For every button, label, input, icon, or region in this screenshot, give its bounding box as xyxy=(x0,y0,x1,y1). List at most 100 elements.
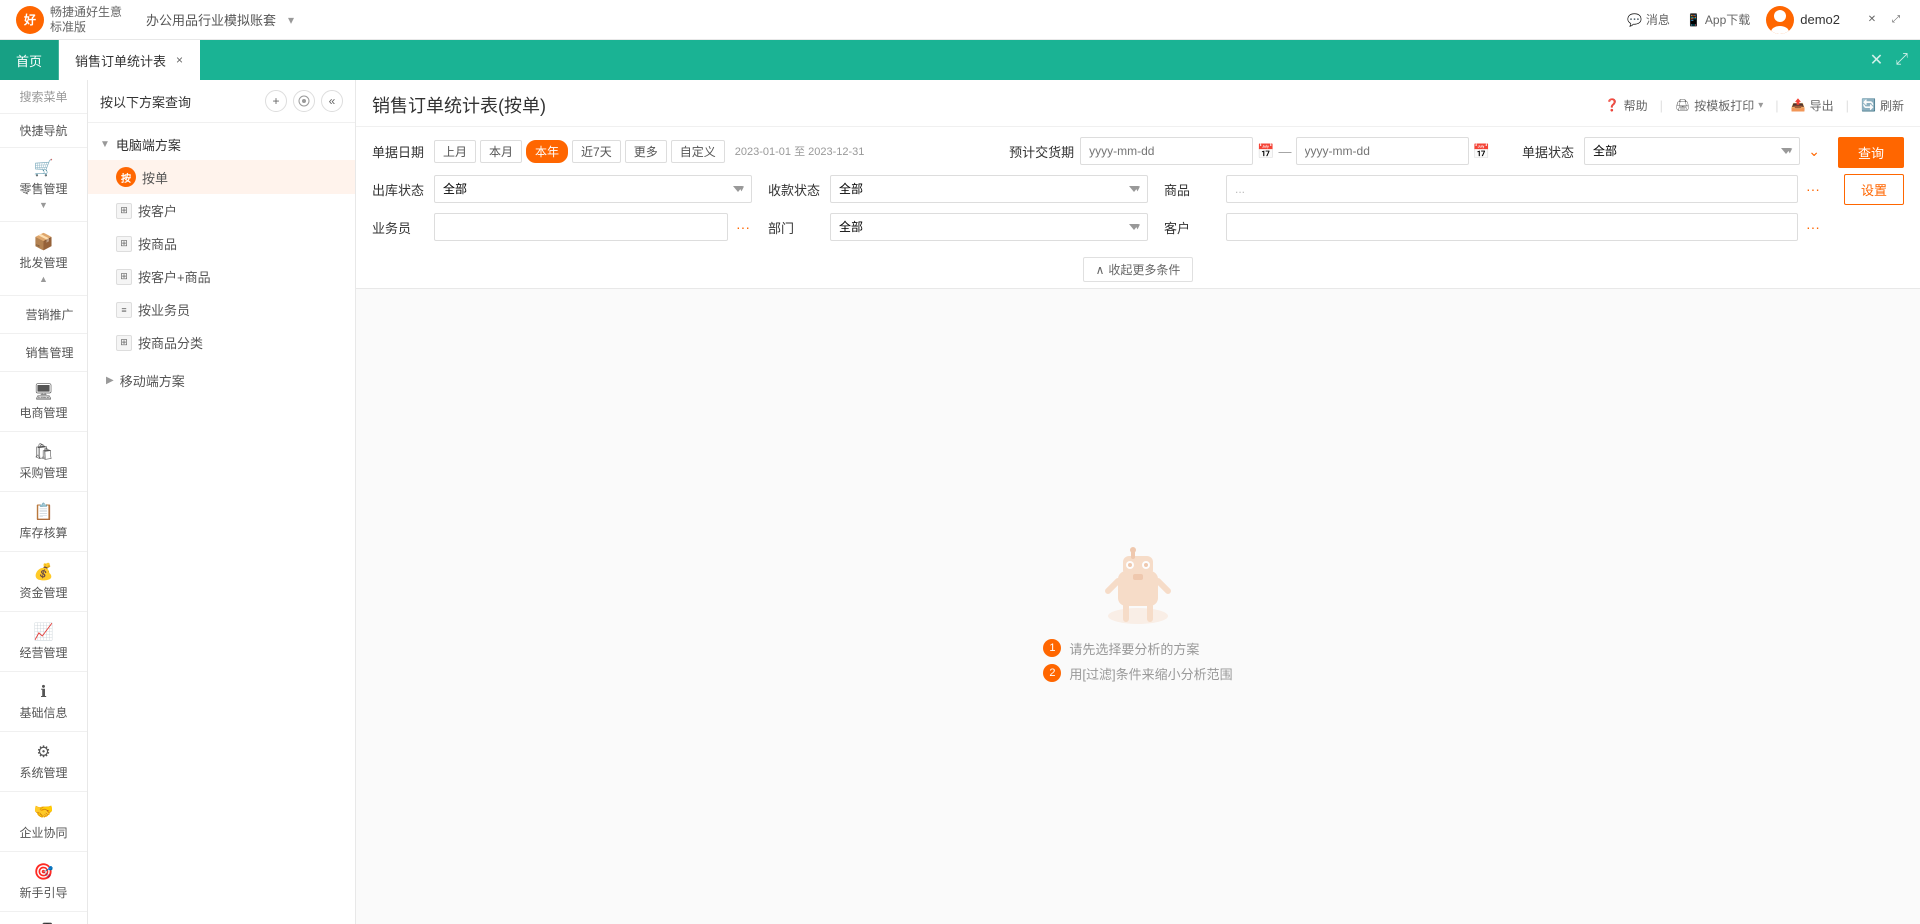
receipt-status-select[interactable]: 全部 未收款 部分收款 全部收款 xyxy=(830,175,1148,203)
scheme-item-by-customer[interactable]: ⊞ 按客户 xyxy=(88,194,355,227)
more-date-btn[interactable]: 更多 xyxy=(625,140,667,163)
collapse-button[interactable]: ∧ 收起更多条件 xyxy=(1083,257,1194,282)
settings-button[interactable]: 设置 xyxy=(1844,174,1904,205)
hint-text-1: 请先选择要分析的方案 xyxy=(1069,639,1199,658)
by-product-label: 按商品 xyxy=(138,234,177,253)
filter-dept: 部门 全部 xyxy=(768,213,1148,241)
left-panel-actions: + « xyxy=(265,90,343,112)
sidebar-item-sales[interactable]: 销售管理 xyxy=(0,334,87,372)
sidebar-item-appcenter[interactable]: 📲 应用中心 xyxy=(0,912,87,924)
collapse-panel-button[interactable]: « xyxy=(321,90,343,112)
collapse-label: 收起更多条件 xyxy=(1108,261,1180,278)
sidebar-item-newbie[interactable]: 🎯 新手引导 xyxy=(0,852,87,912)
query-button[interactable]: 查询 xyxy=(1838,137,1904,168)
window-controls: ✕ ⤢ xyxy=(1864,12,1904,28)
maximize-button[interactable]: ⤢ xyxy=(1888,12,1904,28)
customer-more-icon[interactable]: ··· xyxy=(1804,217,1822,237)
salesman-input[interactable] xyxy=(434,213,728,241)
ship-status-select[interactable]: 全部 未出库 部分出库 全部出库 xyxy=(434,175,752,203)
goods-more-icon[interactable]: ··· xyxy=(1804,179,1822,199)
salesman-more-icon[interactable]: ··· xyxy=(734,217,752,237)
scheme-item-by-salesman[interactable]: ≡ 按业务员 xyxy=(88,293,355,326)
filter-ship-status: 出库状态 全部 未出库 部分出库 全部出库 xyxy=(372,175,752,203)
customer-input[interactable] xyxy=(1226,213,1798,241)
empty-illustration xyxy=(1088,531,1188,631)
date-range-hint: 2023-01-01 至 2023-12-31 xyxy=(735,143,865,159)
scheme-item-by-product[interactable]: ⊞ 按商品 xyxy=(88,227,355,260)
sidebar-item-wholesale[interactable]: 📦 批发管理 ▲ xyxy=(0,222,87,296)
this-month-btn[interactable]: 本月 xyxy=(480,140,522,163)
this-year-btn[interactable]: 本年 xyxy=(526,140,568,163)
sidebar-item-marketing[interactable]: 营销推广 xyxy=(0,296,87,334)
by-product-icon: ⊞ xyxy=(116,236,132,252)
dept-select[interactable]: 全部 xyxy=(830,213,1148,241)
topbar-dropdown-icon[interactable]: ▾ xyxy=(288,13,294,27)
app-icon: 📱 xyxy=(1686,13,1701,27)
logo-icon: 好 xyxy=(16,6,44,34)
sidebar-item-basic[interactable]: ℹ 基础信息 xyxy=(0,672,87,732)
wholesale-arrow: ▲ xyxy=(39,274,48,284)
page-header: 销售订单统计表(按单) ❓ 帮助 | 🖨 按模板打印 ▾ | 📤 xyxy=(356,80,1920,127)
salesman-label: 业务员 xyxy=(372,218,428,237)
cal-icon-from[interactable]: 📅 xyxy=(1257,143,1274,160)
sidebar-item-retail[interactable]: 🛒 零售管理 ▼ xyxy=(0,148,87,222)
export-button[interactable]: 📤 导出 xyxy=(1791,97,1834,114)
print-label: 按模板打印 xyxy=(1694,97,1754,114)
custom-date-btn[interactable]: 自定义 xyxy=(671,140,725,163)
help-button[interactable]: ❓ 帮助 xyxy=(1605,97,1648,114)
nav-expand-button[interactable]: ⤢ xyxy=(1891,47,1912,73)
user-area[interactable]: demo2 xyxy=(1766,6,1840,34)
tab-home[interactable]: 首页 xyxy=(0,40,59,80)
status-expand-icon[interactable]: ⌄ xyxy=(1806,141,1822,162)
sep2: | xyxy=(1775,98,1778,113)
scheme-item-by-order[interactable]: 按 按单 xyxy=(88,160,355,194)
topbar: 好 畅捷通好生意 标准版 办公用品行业模拟账套 ▾ 💬 消息 📱 App下载 d… xyxy=(0,0,1920,40)
mobile-scheme[interactable]: ▶ 移动端方案 xyxy=(88,365,355,396)
close-button[interactable]: ✕ xyxy=(1864,12,1880,28)
message-icon: 💬 xyxy=(1627,13,1642,27)
by-customer-icon: ⊞ xyxy=(116,203,132,219)
add-scheme-button[interactable]: + xyxy=(265,90,287,112)
nav-close-button[interactable]: ✕ xyxy=(1866,46,1887,74)
expected-date-to[interactable] xyxy=(1296,137,1469,165)
pc-section-title[interactable]: ▼ 电脑端方案 xyxy=(88,129,355,160)
empty-hints: 1 请先选择要分析的方案 2 用[过滤]条件来缩小分析范围 xyxy=(1043,639,1232,683)
sidebar-item-ops[interactable]: 📈 经营管理 xyxy=(0,612,87,672)
finance-icon: 💰 xyxy=(4,562,83,582)
refresh-button[interactable]: 🔄 刷新 xyxy=(1861,97,1904,114)
sidebar-item-stock[interactable]: 📋 库存核算 xyxy=(0,492,87,552)
newbie-icon: 🎯 xyxy=(4,862,83,882)
sidebar-item-ecom[interactable]: 🖥 电商管理 xyxy=(0,372,87,432)
message-button[interactable]: 💬 消息 xyxy=(1627,11,1670,28)
sidebar-item-finance[interactable]: 💰 资金管理 xyxy=(0,552,87,612)
app-download-button[interactable]: 📱 App下载 xyxy=(1686,11,1750,28)
ship-select-wrapper: 全部 未出库 部分出库 全部出库 xyxy=(434,175,752,203)
content: 按以下方案查询 + « ▼ 电脑端方案 按 xyxy=(88,80,1920,924)
last7-btn[interactable]: 近7天 xyxy=(572,140,621,163)
goods-input[interactable] xyxy=(1226,175,1798,203)
sidebar-search[interactable]: 搜索菜单 xyxy=(0,80,87,114)
by-salesman-label: 按业务员 xyxy=(138,300,190,319)
sidebar-item-enterprise[interactable]: 🤝 企业协同 xyxy=(0,792,87,852)
dept-select-wrapper: 全部 xyxy=(830,213,1148,241)
filter-row-1: 单据日期 上月 本月 本年 近7天 更多 自定义 2023-01-01 至 20… xyxy=(372,137,1822,165)
enterprise-icon: 🤝 xyxy=(4,802,83,822)
print-button[interactable]: 🖨 按模板打印 ▾ xyxy=(1675,97,1763,114)
cal-icon-to[interactable]: 📅 xyxy=(1473,143,1490,160)
date-buttons: 上月 本月 本年 近7天 更多 自定义 xyxy=(434,140,725,163)
expected-date-from[interactable] xyxy=(1080,137,1253,165)
scheme-item-by-category[interactable]: ⊞ 按商品分类 xyxy=(88,326,355,359)
status-select[interactable]: 全部 待审核 已审核 已完成 已作废 xyxy=(1584,137,1800,165)
help-icon: ❓ xyxy=(1605,98,1620,112)
filter-row-2: 出库状态 全部 未出库 部分出库 全部出库 xyxy=(372,175,1822,203)
last-month-btn[interactable]: 上月 xyxy=(434,140,476,163)
scheme-item-by-cust-prod[interactable]: ⊞ 按客户+商品 xyxy=(88,260,355,293)
sidebar-item-system[interactable]: ⚙ 系统管理 xyxy=(0,732,87,792)
sidebar-quicknav[interactable]: 快捷导航 xyxy=(0,114,87,148)
edit-scheme-button[interactable] xyxy=(293,90,315,112)
print-dropdown-icon: ▾ xyxy=(1758,100,1763,111)
tab-close-icon[interactable]: × xyxy=(176,53,183,67)
retail-label: 零售管理 xyxy=(4,180,83,197)
tab-sales-order-stats[interactable]: 销售订单统计表 × xyxy=(59,40,200,80)
sidebar-item-purchase[interactable]: 🛍 采购管理 xyxy=(0,432,87,492)
